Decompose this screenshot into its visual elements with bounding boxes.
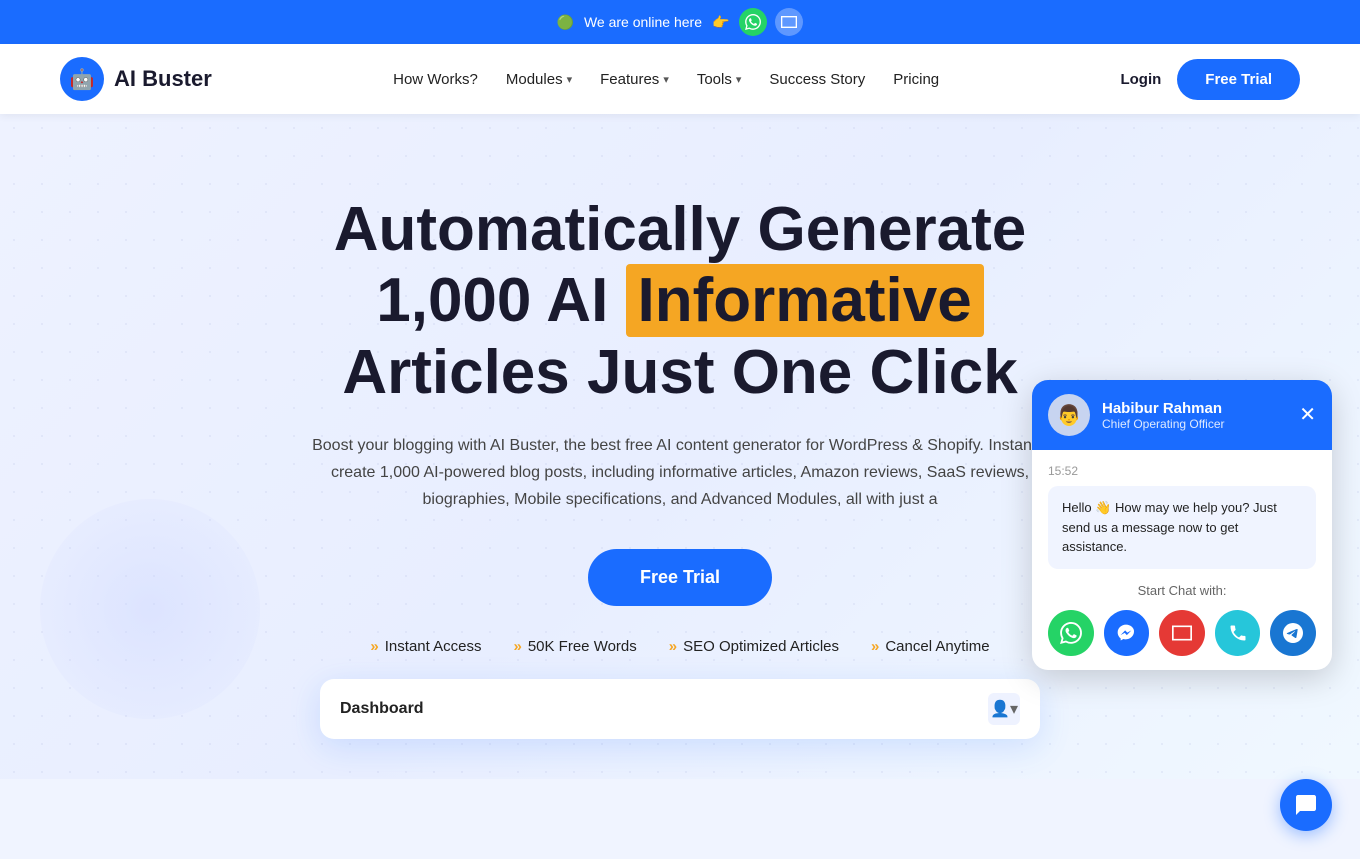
modules-caret: ▾: [567, 73, 573, 86]
chat-channel-telegram[interactable]: [1270, 610, 1316, 656]
nav-pricing[interactable]: Pricing: [893, 71, 939, 88]
chat-start-label: Start Chat with:: [1048, 583, 1316, 598]
navbar: 🤖 AI Buster How Works? Modules ▾ Feature…: [0, 44, 1360, 114]
hero-title-line2-prefix: 1,000 AI: [376, 266, 608, 335]
hero-title-highlight: Informative: [626, 264, 984, 337]
finger-emoji: 👉: [712, 14, 729, 31]
chat-agent-avatar: 👨: [1048, 394, 1090, 436]
chat-time: 15:52: [1048, 464, 1316, 478]
feature-label-1: Instant Access: [385, 638, 482, 655]
chat-body: 15:52 Hello 👋 How may we help you? Just …: [1032, 450, 1332, 670]
top-bar: 🟢 We are online here 👉: [0, 0, 1360, 44]
chat-agent-info: Habibur Rahman Chief Operating Officer: [1102, 400, 1287, 431]
chat-channel-phone[interactable]: [1215, 610, 1261, 656]
hero-title-line3: Articles Just One Click: [342, 338, 1017, 407]
nav-success-story[interactable]: Success Story: [769, 71, 865, 88]
logo-icon: 🤖: [60, 57, 104, 101]
chat-close-button[interactable]: ✕: [1299, 405, 1316, 425]
bg-decoration-circle: [40, 499, 260, 719]
chat-message: Hello 👋 How may we help you? Just send u…: [1048, 486, 1316, 569]
chat-agent-name: Habibur Rahman: [1102, 400, 1287, 417]
nav-how-works[interactable]: How Works?: [393, 71, 478, 88]
chat-widget: 👨 Habibur Rahman Chief Operating Officer…: [1032, 380, 1332, 670]
hero-title: Automatically Generate 1,000 AI Informat…: [40, 194, 1320, 408]
whatsapp-icon[interactable]: [739, 8, 767, 36]
feature-arrow-1: »: [370, 638, 378, 655]
chat-channel-whatsapp[interactable]: [1048, 610, 1094, 656]
features-caret: ▾: [663, 73, 669, 86]
hero-subtitle: Boost your blogging with AI Buster, the …: [310, 432, 1050, 514]
feature-label-2: 50K Free Words: [528, 638, 637, 655]
dashboard-user-icon: 👤▾: [988, 693, 1020, 725]
dashboard-preview: Dashboard 👤▾: [320, 679, 1040, 739]
feature-arrow-3: »: [669, 638, 677, 655]
logo-text: AI Buster: [114, 66, 212, 92]
feature-label-4: Cancel Anytime: [885, 638, 989, 655]
nav-actions: Login Free Trial: [1120, 59, 1300, 100]
chat-channel-email[interactable]: [1159, 610, 1205, 656]
contact-icons: [739, 8, 803, 36]
nav-features[interactable]: Features ▾: [600, 71, 669, 88]
nav-links: How Works? Modules ▾ Features ▾ Tools ▾ …: [393, 71, 939, 88]
chat-channels: [1048, 610, 1316, 656]
feature-arrow-2: »: [513, 638, 521, 655]
feature-arrow-4: »: [871, 638, 879, 655]
hero-free-trial-button[interactable]: Free Trial: [588, 549, 772, 606]
feature-instant-access: » Instant Access: [370, 638, 481, 655]
feature-free-words: » 50K Free Words: [513, 638, 636, 655]
feature-seo-articles: » SEO Optimized Articles: [669, 638, 839, 655]
hero-title-line1: Automatically Generate: [334, 195, 1027, 264]
chat-header: 👨 Habibur Rahman Chief Operating Officer…: [1032, 380, 1332, 450]
nav-free-trial-button[interactable]: Free Trial: [1177, 59, 1300, 100]
dashboard-title: Dashboard: [340, 700, 424, 718]
email-icon[interactable]: [775, 8, 803, 36]
nav-tools[interactable]: Tools ▾: [697, 71, 742, 88]
logo-area: 🤖 AI Buster: [60, 57, 212, 101]
chat-agent-title: Chief Operating Officer: [1102, 417, 1287, 431]
chat-channel-messenger[interactable]: [1104, 610, 1150, 656]
login-button[interactable]: Login: [1120, 71, 1161, 88]
nav-modules[interactable]: Modules ▾: [506, 71, 572, 88]
feature-cancel-anytime: » Cancel Anytime: [871, 638, 990, 655]
online-text: We are online here: [584, 14, 702, 30]
float-chat-button[interactable]: [1280, 779, 1332, 831]
tools-caret: ▾: [736, 73, 742, 86]
feature-label-3: SEO Optimized Articles: [683, 638, 839, 655]
online-status-dot: 🟢: [557, 14, 574, 31]
